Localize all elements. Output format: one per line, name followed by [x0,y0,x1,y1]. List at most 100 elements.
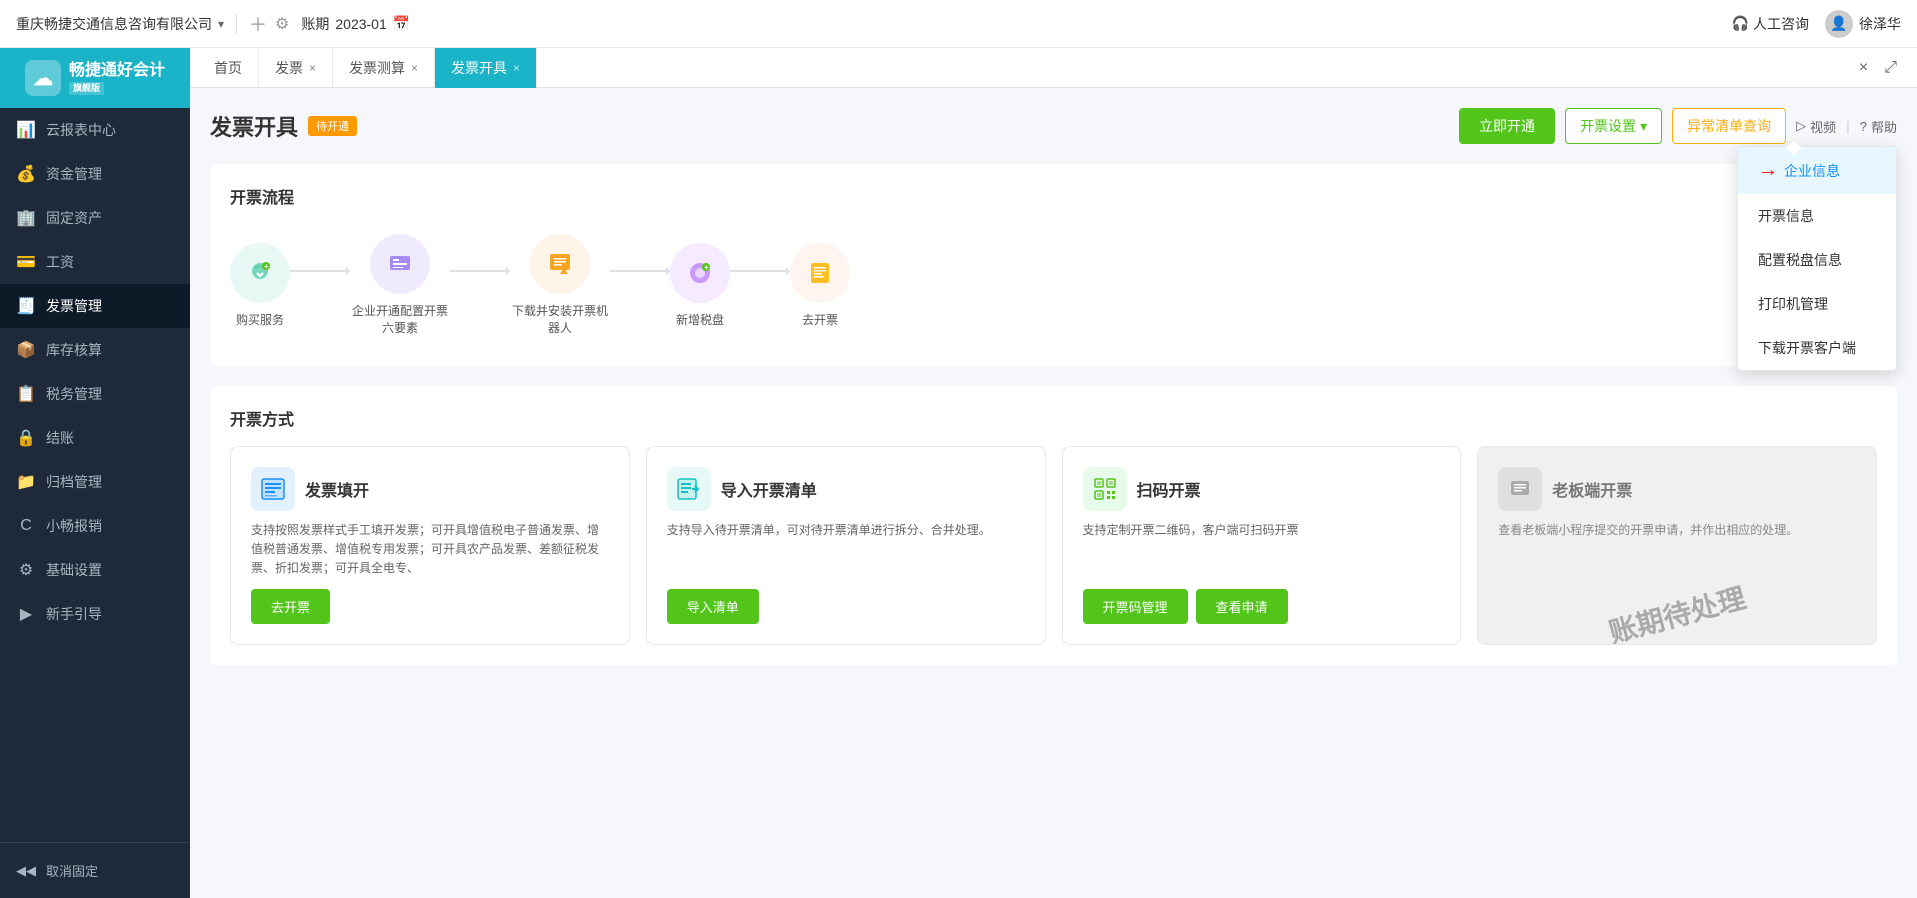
funds-icon: 💰 [16,164,36,184]
tab-invoice-calc-close[interactable]: × [411,61,418,75]
svg-text:+: + [264,262,269,271]
scan-manage-btn[interactable]: 开票码管理 [1083,589,1188,624]
step-connector-3 [610,270,670,272]
cancel-pin-btn[interactable]: ◀◀ 取消固定 [0,851,190,890]
settings-btn[interactable]: 开票设置 ▾ [1565,108,1662,144]
dropdown-item-label: 下载开票客户端 [1758,338,1856,358]
step-configure-label: 企业开通配置开票六要素 [350,302,450,336]
method-card-boss-header: 老板端开票 [1498,467,1856,511]
chevron-down-icon: ▾ [218,17,224,31]
activate-btn[interactable]: 立即开通 [1459,108,1555,144]
divider [236,14,237,34]
settings-dropdown: → 企业信息 开票信息 配置税盘信息 打印机管理 下 [1737,146,1897,371]
dropdown-item-company[interactable]: → 企业信息 [1738,147,1896,194]
scan-actions: 开票码管理 查看申请 [1083,589,1441,624]
step-tax-disk-label: 新增税盘 [676,311,724,328]
status-badge: 待开通 [308,116,357,136]
step-buy-label: 购买服务 [236,311,284,328]
inventory-icon: 📦 [16,340,36,360]
top-bar: 重庆畅捷交通信息咨询有限公司 ▾ ＋ ⚙ 账期 2023-01 📅 🎧 人工咨询… [0,0,1917,48]
tab-invoice-issue[interactable]: 发票开具 × [435,48,537,88]
sidebar-item-label: 基础设置 [46,560,102,580]
video-btn[interactable]: ▷ 视频 [1796,117,1836,136]
tab-home-label: 首页 [214,58,242,78]
help-icon: ? [1860,119,1867,134]
page-title-area: 发票开具 待开通 [210,110,357,142]
exception-btn[interactable]: 异常清单查询 [1672,108,1786,144]
dropdown-arrow-icon: ▾ [1640,118,1647,135]
payroll-icon: 💳 [16,252,36,272]
assets-icon: 🏢 [16,208,36,228]
step-buy-service: + 购买服务 [230,243,290,328]
main-layout: ☁ 畅捷通好会计 旗舰版 📊 云报表中心 💰 资金管理 🏢 固定资产 💳 工资 [0,48,1917,898]
company-selector[interactable]: 重庆畅捷交通信息咨询有限公司 ▾ [16,14,224,34]
sidebar-item-label: 结账 [46,428,74,448]
user-menu[interactable]: 👤 徐泽华 [1825,10,1901,38]
sidebar-item-archive[interactable]: 📁 归档管理 [0,460,190,504]
step-issue-label: 去开票 [802,311,838,328]
step-icon-buy: + [230,243,290,303]
boss-title: 老板端开票 [1552,477,1632,501]
sidebar-item-label: 归档管理 [46,472,102,492]
tab-invoice-issue-close[interactable]: × [513,61,520,75]
sidebar-item-inventory[interactable]: 📦 库存核算 [0,328,190,372]
help-btn[interactable]: ? 帮助 [1860,117,1897,136]
sidebar-item-label: 库存核算 [46,340,102,360]
import-action-btn[interactable]: 导入清单 [667,589,759,624]
maximize-btn[interactable]: ⤢ [1880,55,1901,81]
headset-icon: 🎧 [1732,15,1749,32]
dropdown-item-printer[interactable]: 打印机管理 [1738,282,1896,326]
dropdown-item-invoice-info[interactable]: 开票信息 [1738,194,1896,238]
close-tab-btn[interactable]: × [1855,55,1872,81]
fill-action-btn[interactable]: 去开票 [251,589,330,624]
tab-invoice[interactable]: 发票 × [259,48,333,88]
sidebar-item-guide[interactable]: ▶ 新手引导 [0,592,190,636]
page-title: 发票开具 [210,110,298,142]
method-section: 开票方式 [210,386,1897,665]
dropdown-item-download[interactable]: 下载开票客户端 [1738,326,1896,370]
step-download: 下载并安装开票机器人 [510,234,610,336]
support-btn[interactable]: 🎧 人工咨询 [1732,14,1809,34]
calendar-icon[interactable]: 📅 [393,15,410,32]
sidebar-item-settings[interactable]: ⚙ 基础设置 [0,548,190,592]
step-connector-4 [730,270,790,272]
scan-apply-btn[interactable]: 查看申请 [1196,589,1288,624]
content-area: 首页 发票 × 发票测算 × 发票开具 × × ⤢ [190,48,1917,898]
dropdown-item-label: 企业信息 [1784,161,1840,181]
reports-icon: 📊 [16,120,36,140]
sidebar: ☁ 畅捷通好会计 旗舰版 📊 云报表中心 💰 资金管理 🏢 固定资产 💳 工资 [0,48,190,898]
sidebar-item-label: 资金管理 [46,164,102,184]
step-icon-download [530,234,590,294]
expense-icon: C [16,516,36,536]
closing-icon: 🔒 [16,428,36,448]
sidebar-item-expense[interactable]: C 小畅报销 [0,504,190,548]
sidebar-item-label: 发票管理 [46,296,102,316]
sidebar-item-payroll[interactable]: 💳 工资 [0,240,190,284]
sidebar-item-invoice[interactable]: 🧾 发票管理 [0,284,190,328]
settings-btn-label: 开票设置 [1580,116,1636,136]
tab-invoice-label: 发票 [275,58,303,78]
gear-icon: ⚙ [16,560,36,580]
sidebar-item-tax[interactable]: 📋 税务管理 [0,372,190,416]
invoice-icon: 🧾 [16,296,36,316]
sidebar-item-reports[interactable]: 📊 云报表中心 [0,108,190,152]
logo-text-block: 畅捷通好会计 旗舰版 [69,61,165,95]
add-company-icon[interactable]: ＋ [249,11,267,37]
step-icon-configure [370,234,430,294]
logo-icon: ☁ [25,60,61,96]
sidebar-logo: ☁ 畅捷通好会计 旗舰版 [0,48,190,108]
dropdown-item-tax-disk[interactable]: 配置税盘信息 [1738,238,1896,282]
dropdown-item-label: 开票信息 [1758,206,1814,226]
method-card-boss: 老板端开票 查看老板端小程序提交的开票申请，并作出相应的处理。 账期待处理 [1477,446,1877,645]
sidebar-item-funds[interactable]: 💰 资金管理 [0,152,190,196]
period-label: 账期 [301,14,329,34]
page-actions: 立即开通 开票设置 ▾ 异常清单查询 ▷ 视频 | ? 帮助 [1459,108,1897,144]
settings-icon[interactable]: ⚙ [275,14,289,34]
tab-home[interactable]: 首页 [198,48,259,88]
sidebar-item-assets[interactable]: 🏢 固定资产 [0,196,190,240]
period-display: 账期 2023-01 📅 [301,14,410,34]
user-avatar: 👤 [1825,10,1853,38]
sidebar-item-closing[interactable]: 🔒 结账 [0,416,190,460]
tab-invoice-calc[interactable]: 发票测算 × [333,48,435,88]
tab-invoice-close[interactable]: × [309,61,316,75]
